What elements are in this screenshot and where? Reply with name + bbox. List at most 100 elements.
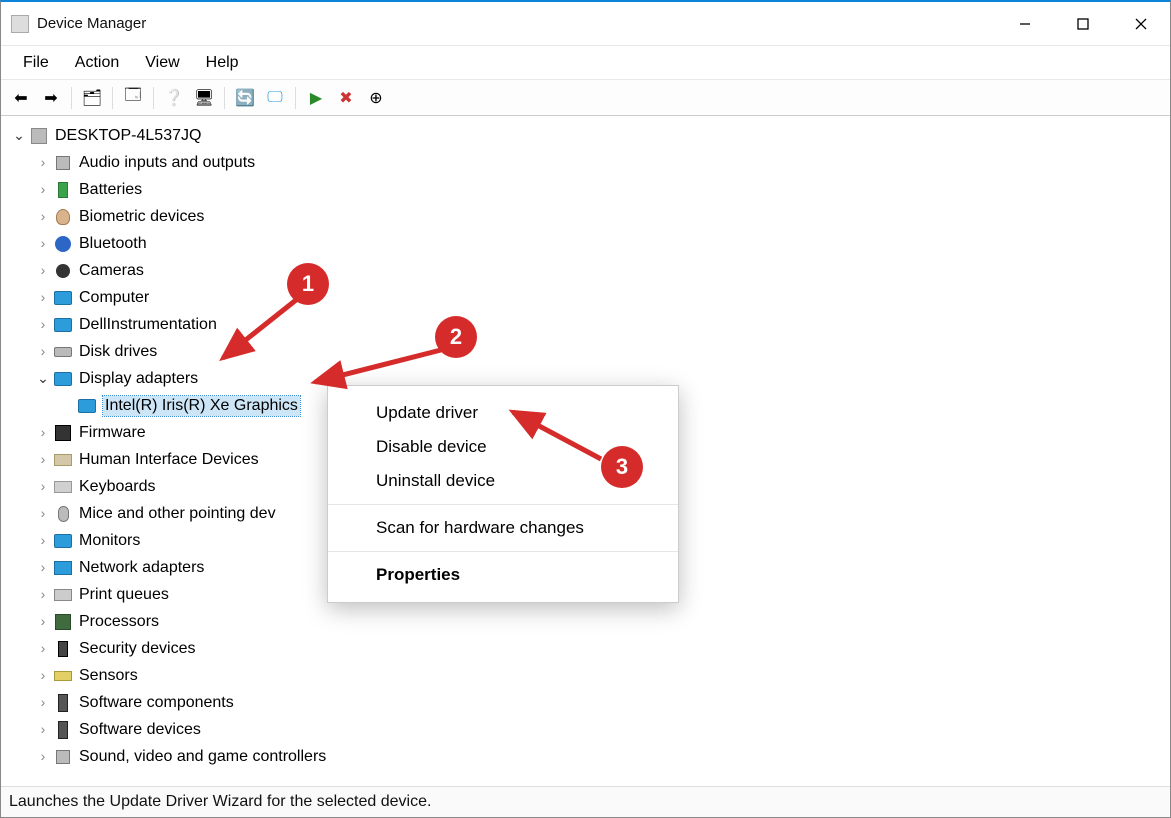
ic-fw-icon — [53, 423, 73, 443]
tree-category-19[interactable]: ›Software components — [11, 689, 1166, 716]
tree-category-7[interactable]: › Disk drives — [11, 338, 1166, 365]
close-button[interactable] — [1112, 2, 1170, 45]
help-icon[interactable]: ❔ — [160, 85, 188, 111]
chevron-down-icon[interactable]: ⌄ — [11, 128, 27, 144]
chevron-right-icon[interactable]: › — [35, 263, 51, 279]
context-menu-separator — [328, 551, 678, 552]
toolbar-separator — [224, 87, 225, 109]
chevron-right-icon[interactable]: › — [35, 182, 51, 198]
tree-node-label: Software devices — [79, 720, 201, 740]
tree-category-18[interactable]: ›Sensors — [11, 662, 1166, 689]
toolbar-separator — [71, 87, 72, 109]
tree-node-label: Disk drives — [79, 342, 157, 362]
tree-category-0[interactable]: ›Audio inputs and outputs — [11, 149, 1166, 176]
ic-mon-icon — [53, 369, 73, 389]
enable-icon[interactable]: ▶ — [302, 85, 330, 111]
tree-category-20[interactable]: › Software devices — [11, 716, 1166, 743]
chevron-right-icon[interactable]: › — [35, 506, 51, 522]
maximize-button[interactable] — [1054, 2, 1112, 45]
tree-node-label: Computer — [79, 288, 149, 308]
tree-node-label: Batteries — [79, 180, 142, 200]
ic-sec-icon — [53, 639, 73, 659]
chevron-right-icon[interactable]: › — [35, 236, 51, 252]
chevron-right-icon[interactable]: › — [35, 722, 51, 738]
chevron-right-icon[interactable]: › — [35, 290, 51, 306]
chevron-right-icon[interactable]: › — [35, 533, 51, 549]
show-hidden-icon[interactable]: 🗂 — [78, 85, 106, 111]
chevron-right-icon[interactable]: › — [35, 425, 51, 441]
toolbar-separator — [112, 87, 113, 109]
tree-node-label: Processors — [79, 612, 159, 632]
tree-node-label: Network adapters — [79, 558, 204, 578]
uninstall-icon[interactable]: ⊕ — [362, 85, 390, 111]
forward-icon[interactable]: ➡ — [37, 85, 65, 111]
tree-category-3[interactable]: ›Bluetooth — [11, 230, 1166, 257]
tree-node-label: Print queues — [79, 585, 169, 605]
context-menu-item-scan-for-hardware-changes[interactable]: Scan for hardware changes — [328, 511, 678, 545]
ic-chip-icon — [53, 612, 73, 632]
menu-file[interactable]: File — [11, 50, 61, 76]
ic-sw-icon — [53, 720, 73, 740]
ic-mouse-icon — [53, 504, 73, 524]
tree-category-1[interactable]: › Batteries — [11, 176, 1166, 203]
chevron-right-icon[interactable]: › — [35, 614, 51, 630]
menu-help[interactable]: Help — [194, 50, 251, 76]
context-menu-item-update-driver[interactable]: Update driver — [328, 396, 678, 430]
update-driver-icon[interactable]: 🔄 — [231, 85, 259, 111]
ic-sen-icon — [53, 666, 73, 686]
menu-bar: File Action View Help — [1, 46, 1170, 80]
title-bar: Device Manager — [1, 2, 1170, 46]
chevron-right-icon[interactable]: › — [35, 641, 51, 657]
chevron-right-icon[interactable]: › — [35, 344, 51, 360]
ic-snd-icon — [53, 153, 73, 173]
monitor-icon[interactable]: 🖵 — [261, 85, 289, 111]
chevron-right-icon[interactable]: › — [35, 209, 51, 225]
update-hardware-icon[interactable]: 🖥 — [190, 85, 218, 111]
properties-icon[interactable]: 🗔 — [119, 85, 147, 111]
ic-kb-icon — [53, 477, 73, 497]
context-menu: Update driverDisable deviceUninstall dev… — [327, 385, 679, 603]
tree-category-17[interactable]: ›Security devices — [11, 635, 1166, 662]
chevron-right-icon[interactable]: › — [35, 749, 51, 765]
ic-pr-icon — [53, 585, 73, 605]
toolbar-separator — [153, 87, 154, 109]
tree-category-6[interactable]: › DellInstrumentation — [11, 311, 1166, 338]
tree-category-2[interactable]: ›Biometric devices — [11, 203, 1166, 230]
annotation-badge-3: 3 — [601, 446, 643, 488]
chevron-right-icon[interactable]: › — [35, 587, 51, 603]
chevron-right-icon[interactable]: › — [35, 668, 51, 684]
ic-mon-icon — [53, 288, 73, 308]
tree-root[interactable]: ⌄DESKTOP-4L537JQ — [11, 122, 1166, 149]
tree-node-label: Firmware — [79, 423, 146, 443]
chevron-right-icon[interactable]: › — [35, 479, 51, 495]
toolbar-separator — [295, 87, 296, 109]
menu-view[interactable]: View — [133, 50, 191, 76]
ic-blue-icon — [53, 234, 73, 254]
chevron-right-icon[interactable]: › — [35, 317, 51, 333]
context-menu-separator — [328, 504, 678, 505]
status-text: Launches the Update Driver Wizard for th… — [9, 793, 431, 811]
ic-bat-icon — [53, 180, 73, 200]
tree-category-16[interactable]: › Processors — [11, 608, 1166, 635]
chevron-right-icon[interactable]: › — [35, 560, 51, 576]
minimize-button[interactable] — [996, 2, 1054, 45]
tree-category-4[interactable]: › Cameras — [11, 257, 1166, 284]
chevron-right-icon[interactable]: › — [35, 155, 51, 171]
tree-node-label: Human Interface Devices — [79, 450, 259, 470]
tree-category-5[interactable]: › Computer — [11, 284, 1166, 311]
tree-category-21[interactable]: ›Sound, video and game controllers — [11, 743, 1166, 770]
ic-hid-icon — [53, 450, 73, 470]
chevron-right-icon[interactable]: › — [35, 452, 51, 468]
back-icon[interactable]: ⬅ — [7, 85, 35, 111]
window-controls — [996, 2, 1170, 45]
tree-node-label: Cameras — [79, 261, 144, 281]
disable-icon[interactable]: ✖ — [332, 85, 360, 111]
chevron-right-icon[interactable]: › — [35, 695, 51, 711]
tree-node-label: DellInstrumentation — [79, 315, 217, 335]
ic-snd-icon — [53, 747, 73, 767]
context-menu-item-properties[interactable]: Properties — [328, 558, 678, 592]
tree-node-label: Mice and other pointing dev — [79, 504, 276, 524]
chevron-down-icon[interactable]: ⌄ — [35, 371, 51, 387]
device-tree-container: ⌄DESKTOP-4L537JQ›Audio inputs and output… — [1, 116, 1170, 786]
menu-action[interactable]: Action — [63, 50, 131, 76]
